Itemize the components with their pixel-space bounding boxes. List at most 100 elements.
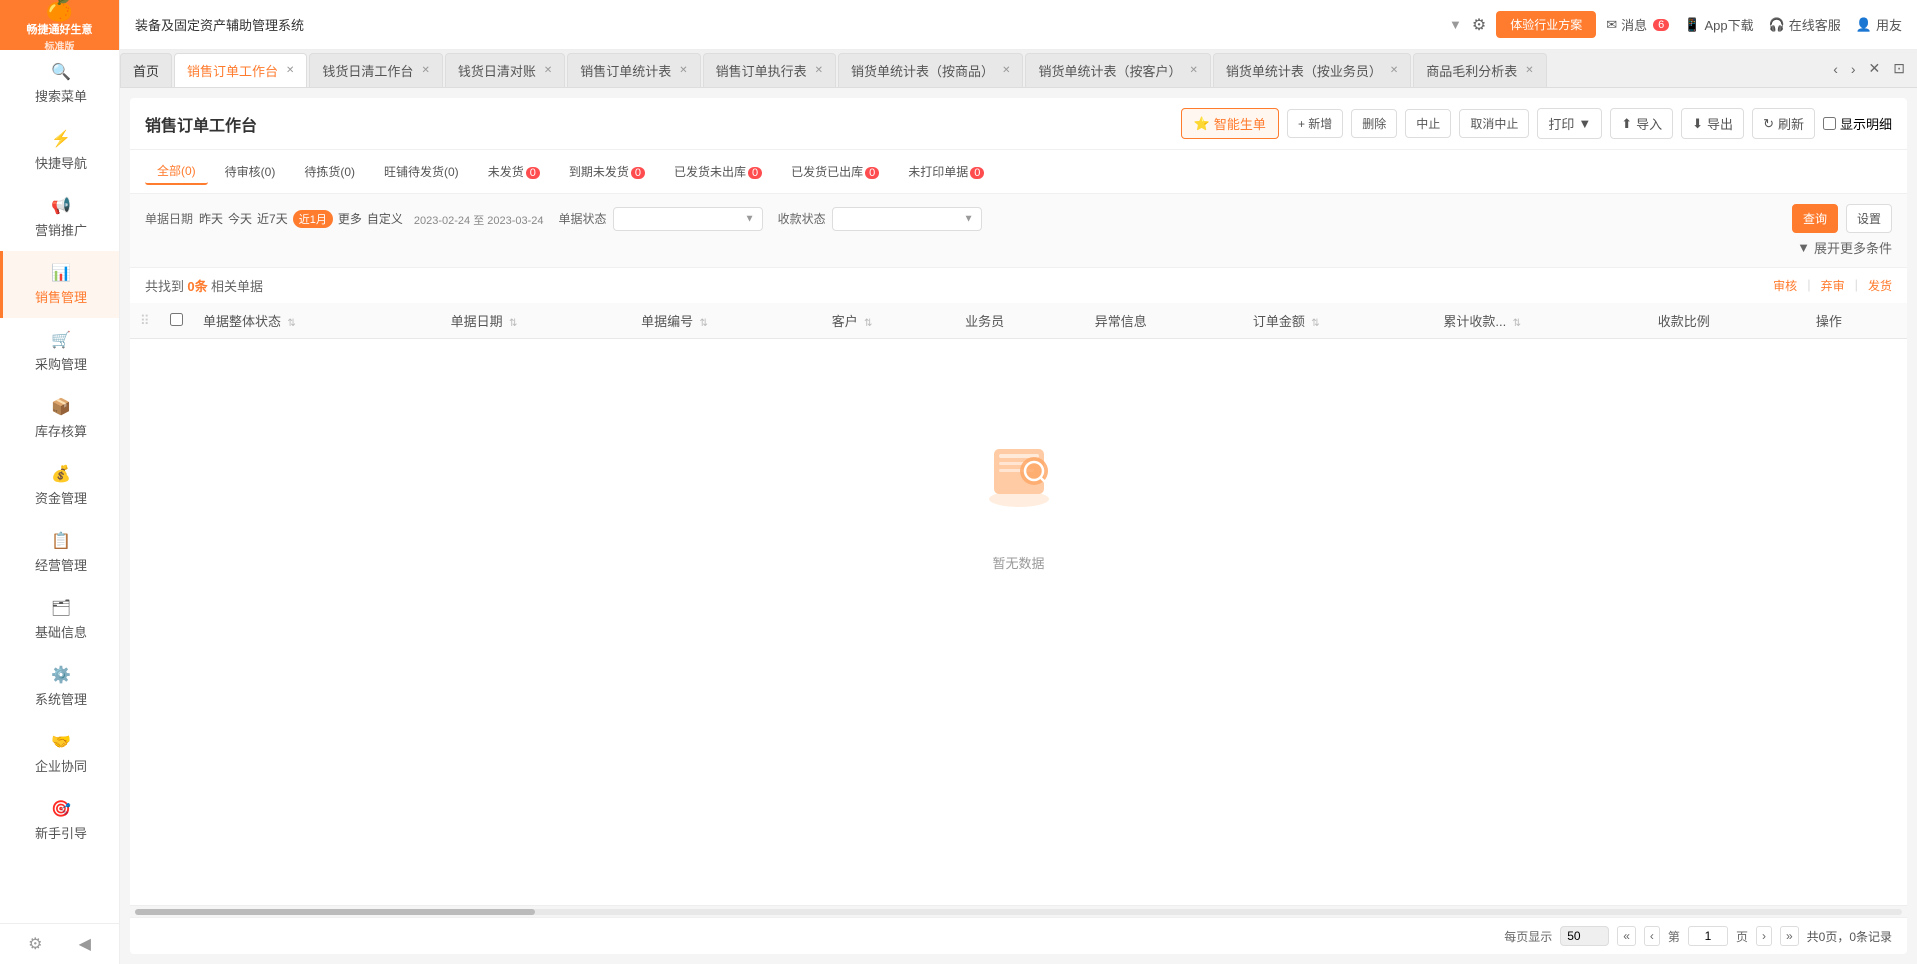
sidebar-item-quicknav[interactable]: ⚡ 快捷导航 [0, 117, 119, 184]
scrollbar-thumb[interactable] [135, 909, 535, 915]
sidebar-item-marketing[interactable]: 📢 营销推广 [0, 184, 119, 251]
online-service-btn[interactable]: 🎧 在线客服 [1769, 15, 1841, 34]
shortcut-more[interactable]: 更多 [338, 210, 362, 228]
per-page-select[interactable]: 20 50 100 [1560, 926, 1609, 946]
dropdown-arrow-icon[interactable]: ▼ [1449, 17, 1462, 32]
sort-status-icon[interactable]: ⇅ [287, 318, 295, 329]
tab-nav-prev[interactable]: ‹ [1829, 59, 1842, 79]
filter-tab-not-printed[interactable]: 未打印单据0 [896, 159, 996, 184]
tab-sales-summary-staff[interactable]: 销货单统计表（按业务员） ✕ [1213, 53, 1411, 87]
tab-sales-summary-product[interactable]: 销货单统计表（按商品） ✕ [838, 53, 1023, 87]
top-header: 装备及固定资产辅助管理系统 ▼ ⚙ 体验行业方案 ✉ 消息 6 📱 App下载 … [120, 0, 1917, 50]
filter-tab-shipped-out[interactable]: 已发货已出库0 [779, 159, 891, 184]
tab-sales-workbench[interactable]: 销售订单工作台 ✕ [174, 53, 307, 87]
export-button[interactable]: ⬇ 导出 [1681, 108, 1744, 139]
payment-select[interactable] [832, 207, 982, 231]
show-detail-checkbox[interactable] [1823, 117, 1836, 130]
tab-close-sales-exec[interactable]: ✕ [815, 65, 823, 76]
tab-close-sales-stats[interactable]: ✕ [679, 65, 687, 76]
tab-sales-summary-customer[interactable]: 销货单统计表（按客户） ✕ [1025, 53, 1210, 87]
logo-sub: 标准版 [45, 38, 75, 53]
print-button[interactable]: 打印 ▼ [1537, 108, 1602, 139]
sidebar-item-finance[interactable]: 💰 资金管理 [0, 452, 119, 519]
query-button[interactable]: 查询 [1792, 204, 1838, 233]
delete-button[interactable]: 删除 [1351, 109, 1397, 138]
tab-cash-reconcile[interactable]: 钱货日清对账 ✕ [445, 53, 565, 87]
filter-tab-shipped-not-out[interactable]: 已发货未出库0 [662, 159, 774, 184]
tab-gross-margin[interactable]: 商品毛利分析表 ✕ [1413, 53, 1546, 87]
tab-close-product[interactable]: ✕ [1002, 65, 1010, 76]
prev-page-btn[interactable]: ‹ [1644, 926, 1660, 946]
sidebar-item-operations[interactable]: 📋 经营管理 [0, 519, 119, 586]
stop-button[interactable]: 中止 [1405, 109, 1451, 138]
status-select[interactable] [613, 207, 763, 231]
tab-close-cash-daily[interactable]: ✕ [421, 65, 429, 76]
shortcut-yesterday[interactable]: 昨天 [199, 210, 223, 228]
sidebar-item-purchase[interactable]: 🛒 采购管理 [0, 318, 119, 385]
filter-tab-overdue[interactable]: 到期未发货0 [557, 159, 657, 184]
show-detail-checkbox-label[interactable]: 显示明细 [1823, 114, 1892, 133]
experience-btn[interactable]: 体验行业方案 [1496, 11, 1596, 38]
shortcut-7days[interactable]: 近7天 [257, 210, 288, 228]
collapse-icon[interactable]: ◀ [79, 934, 91, 954]
page-input[interactable] [1688, 926, 1728, 946]
tab-cash-daily[interactable]: 钱货日清工作台 ✕ [309, 53, 442, 87]
tab-home[interactable]: 首页 [120, 53, 172, 87]
sort-date-icon[interactable]: ⇅ [509, 318, 517, 329]
first-page-btn[interactable]: « [1617, 926, 1636, 946]
app-download-btn[interactable]: 📱 App下载 [1684, 15, 1753, 34]
sidebar-item-search[interactable]: 🔍 搜索菜单 [0, 50, 119, 117]
filter-tab-pending-review[interactable]: 待审核(0) [213, 159, 288, 184]
tab-nav-next[interactable]: › [1847, 59, 1860, 79]
horizontal-scrollbar[interactable] [130, 905, 1907, 917]
expand-conditions-button[interactable]: ▼ 展开更多条件 [1797, 238, 1892, 257]
select-all-checkbox[interactable] [170, 313, 183, 326]
tab-close-sales-workbench[interactable]: ✕ [286, 65, 294, 76]
import-button[interactable]: ⬆ 导入 [1610, 108, 1673, 139]
filter-tab-pending-inspect[interactable]: 待拣货(0) [292, 159, 367, 184]
sidebar-item-basicinfo[interactable]: 🗂 基础信息 [0, 586, 119, 653]
sort-received-icon[interactable]: ⇅ [1513, 318, 1521, 329]
filter-tab-all[interactable]: 全部(0) [145, 158, 208, 185]
cancel-stop-button[interactable]: 取消中止 [1459, 109, 1529, 138]
shortcut-today[interactable]: 今天 [228, 210, 252, 228]
th-checkbox[interactable] [160, 303, 193, 339]
sidebar-item-inventory[interactable]: 📦 库存核算 [0, 385, 119, 452]
message-btn[interactable]: ✉ 消息 6 [1606, 15, 1669, 34]
shortcut-custom[interactable]: 自定义 [367, 210, 403, 228]
ship-action-btn[interactable]: 发货 [1868, 277, 1892, 294]
settings-search-button[interactable]: 设置 [1846, 204, 1892, 233]
sidebar-item-cooperation[interactable]: 🤝 企业协同 [0, 720, 119, 787]
page-content: 销售订单工作台 ⭐ 智能生单 + 新增 删除 中止 取消中止 打印 ▼ [130, 98, 1907, 954]
sort-customer-icon[interactable]: ⇅ [864, 318, 872, 329]
message-icon: ✉ [1606, 17, 1617, 33]
sort-amount-icon[interactable]: ⇅ [1311, 318, 1319, 329]
tab-close-staff[interactable]: ✕ [1390, 65, 1398, 76]
sidebar-item-sales[interactable]: 📊 销售管理 [0, 251, 119, 318]
add-button[interactable]: + 新增 [1287, 109, 1343, 138]
cancel-review-action-btn[interactable]: 弃审 [1821, 277, 1845, 294]
tab-close-customer[interactable]: ✕ [1189, 65, 1197, 76]
review-action-btn[interactable]: 审核 [1773, 277, 1797, 294]
filter-tab-wangpu[interactable]: 旺铺待发货(0) [372, 159, 471, 184]
sidebar-item-guide[interactable]: 🎯 新手引导 [0, 787, 119, 854]
refresh-button[interactable]: ↻ 刷新 [1752, 108, 1815, 139]
tab-sales-stats[interactable]: 销售订单统计表 ✕ [567, 53, 700, 87]
sort-number-icon[interactable]: ⇅ [700, 318, 708, 329]
tab-nav-close-all[interactable]: ✕ [1865, 58, 1885, 79]
next-page-btn[interactable]: › [1756, 926, 1772, 946]
smart-gen-button[interactable]: ⭐ 智能生单 [1181, 108, 1279, 139]
filter-tab-not-shipped[interactable]: 未发货0 [476, 159, 552, 184]
settings-gear-icon[interactable]: ⚙ [1472, 15, 1486, 35]
last-page-btn[interactable]: » [1780, 926, 1799, 946]
page-title: 销售订单工作台 [145, 112, 257, 136]
tab-close-cash-reconcile[interactable]: ✕ [544, 65, 552, 76]
shortcut-1month[interactable]: 近1月 [293, 210, 333, 228]
tab-close-gross[interactable]: ✕ [1525, 65, 1533, 76]
tab-nav-expand[interactable]: ⊡ [1889, 58, 1909, 79]
user-menu[interactable]: 👤 用友 [1856, 15, 1902, 34]
settings-icon[interactable]: ⚙ [28, 934, 42, 954]
system-icon: ⚙️ [51, 665, 71, 685]
tab-sales-exec[interactable]: 销售订单执行表 ✕ [703, 53, 836, 87]
sidebar-item-system[interactable]: ⚙️ 系统管理 [0, 653, 119, 720]
